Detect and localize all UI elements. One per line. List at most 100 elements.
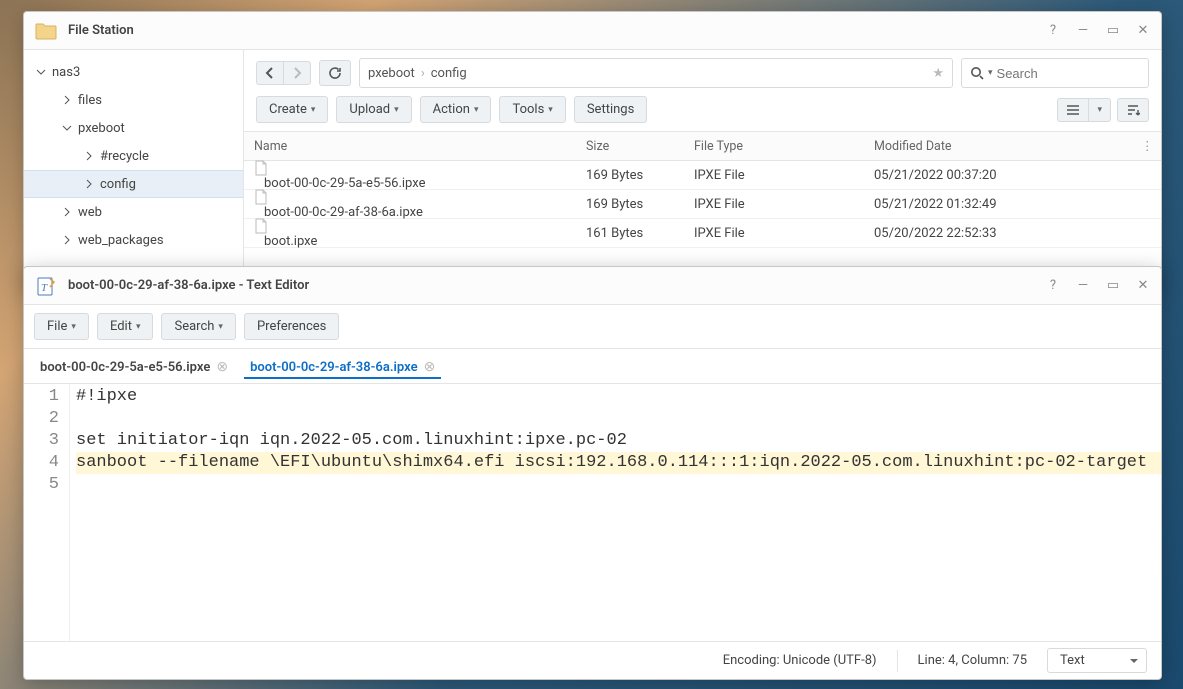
file-type: IPXE File bbox=[684, 168, 864, 183]
editor-tab[interactable]: boot-00-0c-29-5a-e5-56.ipxe ⊗ bbox=[34, 355, 234, 379]
breadcrumb-part[interactable]: config bbox=[431, 66, 467, 81]
file-type: IPXE File bbox=[684, 197, 864, 212]
edit-menu[interactable]: Edit▾ bbox=[97, 313, 154, 340]
line-number: 3 bbox=[24, 430, 59, 452]
breadcrumb[interactable]: pxeboot › config ★ bbox=[359, 58, 953, 88]
tree-item-label: web_packages bbox=[78, 233, 164, 248]
tab-label: boot-00-0c-29-5a-e5-56.ipxe bbox=[40, 360, 210, 375]
upload-button[interactable]: Upload▾ bbox=[336, 96, 411, 123]
nav-forward-button[interactable] bbox=[283, 61, 311, 85]
chevron-right-icon bbox=[62, 207, 72, 217]
text-editor-titlebar[interactable]: T boot-00-0c-29-af-38-6a.ipxe - Text Edi… bbox=[24, 267, 1161, 305]
breadcrumb-part[interactable]: pxeboot bbox=[368, 66, 415, 81]
file-station-window: File Station ? — ▭ ✕ nas3 files pxeboot #r… bbox=[23, 11, 1162, 291]
text-editor-app-icon: T bbox=[34, 274, 58, 298]
divider bbox=[897, 650, 898, 672]
nav-buttons bbox=[256, 61, 311, 85]
col-date[interactable]: Modified Date bbox=[864, 139, 1131, 154]
file-icon bbox=[254, 189, 566, 205]
tree-item-config[interactable]: config bbox=[24, 170, 243, 198]
col-name[interactable]: Name bbox=[244, 139, 576, 154]
maximize-icon[interactable]: ▭ bbox=[1105, 278, 1121, 293]
file-size: 169 Bytes bbox=[576, 197, 684, 212]
line-gutter: 12345 bbox=[24, 384, 70, 641]
search-input[interactable] bbox=[997, 66, 1117, 81]
window-controls: ? — ▭ ✕ bbox=[1045, 23, 1151, 38]
tree-item-label: config bbox=[100, 177, 136, 192]
chevron-right-icon bbox=[62, 95, 72, 105]
folder-app-icon bbox=[34, 19, 58, 43]
search-box[interactable]: ▾ bbox=[961, 58, 1149, 88]
line-number: 5 bbox=[24, 474, 59, 496]
more-icon[interactable]: ⋮ bbox=[1131, 138, 1161, 154]
tree-item-pxeboot[interactable]: pxeboot bbox=[24, 114, 243, 142]
file-type: IPXE File bbox=[684, 226, 864, 241]
close-icon[interactable]: ✕ bbox=[1135, 23, 1151, 38]
tools-button[interactable]: Tools▾ bbox=[499, 96, 565, 123]
refresh-button[interactable] bbox=[319, 60, 351, 86]
tree-item-web[interactable]: web bbox=[24, 198, 243, 226]
code-content[interactable]: #!ipxe set initiator-iqn iqn.2022-05.com… bbox=[70, 384, 1161, 641]
table-row[interactable]: boot-00-0c-29-af-38-6a.ipxe169 BytesIPXE… bbox=[244, 190, 1161, 219]
status-position: Line: 4, Column: 75 bbox=[918, 653, 1027, 668]
table-row[interactable]: boot.ipxe161 BytesIPXE File05/20/2022 22… bbox=[244, 219, 1161, 248]
col-type[interactable]: File Type bbox=[684, 139, 864, 154]
tree-item-files[interactable]: files bbox=[24, 86, 243, 114]
tree-item-label: pxeboot bbox=[78, 121, 125, 136]
search-icon bbox=[970, 66, 984, 80]
tree-item-webpackages[interactable]: web_packages bbox=[24, 226, 243, 254]
help-icon[interactable]: ? bbox=[1045, 23, 1061, 38]
chevron-down-icon bbox=[62, 123, 72, 133]
tree-root[interactable]: nas3 bbox=[24, 58, 243, 86]
file-station-title: File Station bbox=[68, 23, 1045, 38]
chevron-right-icon bbox=[84, 151, 94, 161]
settings-button[interactable]: Settings bbox=[574, 96, 647, 123]
help-icon[interactable]: ? bbox=[1045, 278, 1061, 293]
text-editor-title: boot-00-0c-29-af-38-6a.ipxe - Text Edito… bbox=[68, 278, 1045, 293]
text-editor-toolbar: File▾ Edit▾ Search▾ Preferences bbox=[24, 305, 1161, 349]
minimize-icon[interactable]: — bbox=[1075, 23, 1091, 38]
preferences-menu[interactable]: Preferences bbox=[244, 313, 339, 340]
maximize-icon[interactable]: ▭ bbox=[1105, 23, 1121, 38]
status-encoding: Encoding: Unicode (UTF-8) bbox=[723, 653, 877, 668]
file-date: 05/21/2022 00:37:20 bbox=[864, 168, 1131, 183]
search-menu[interactable]: Search▾ bbox=[161, 313, 235, 340]
tree-item-label: web bbox=[78, 205, 102, 220]
chevron-down-icon bbox=[36, 67, 46, 77]
create-button[interactable]: Create▾ bbox=[256, 96, 328, 123]
format-dropdown[interactable]: Text bbox=[1047, 648, 1147, 673]
file-date: 05/21/2022 01:32:49 bbox=[864, 197, 1131, 212]
window-controls: ? — ▭ ✕ bbox=[1045, 278, 1151, 293]
tab-close-icon[interactable]: ⊗ bbox=[216, 359, 228, 375]
code-line bbox=[76, 408, 1161, 430]
line-number: 2 bbox=[24, 408, 59, 430]
star-icon[interactable]: ★ bbox=[932, 66, 944, 81]
action-button[interactable]: Action▾ bbox=[420, 96, 492, 123]
svg-text:T: T bbox=[41, 282, 48, 294]
line-number: 4 bbox=[24, 452, 59, 474]
table-row[interactable]: boot-00-0c-29-5a-e5-56.ipxe169 BytesIPXE… bbox=[244, 161, 1161, 190]
folder-tree: nas3 files pxeboot #recycle config web web_pa… bbox=[24, 50, 244, 290]
chevron-down-icon[interactable]: ▾ bbox=[988, 68, 993, 78]
view-dropdown[interactable]: ▾ bbox=[1088, 98, 1111, 122]
editor-tab[interactable]: boot-00-0c-29-af-38-6a.ipxe ⊗ bbox=[244, 355, 441, 379]
sort-button[interactable] bbox=[1117, 98, 1149, 122]
code-line: set initiator-iqn iqn.2022-05.com.linuxh… bbox=[76, 430, 1161, 452]
close-icon[interactable]: ✕ bbox=[1135, 278, 1151, 293]
file-menu[interactable]: File▾ bbox=[34, 313, 89, 340]
table-header: Name Size File Type Modified Date ⋮ bbox=[244, 131, 1161, 161]
code-line: #!ipxe bbox=[76, 386, 1161, 408]
tab-label: boot-00-0c-29-af-38-6a.ipxe bbox=[250, 360, 418, 375]
chevron-right-icon bbox=[62, 235, 72, 245]
chevron-right-icon bbox=[84, 179, 94, 189]
code-editor[interactable]: 12345 #!ipxe set initiator-iqn iqn.2022-… bbox=[24, 384, 1161, 641]
tab-close-icon[interactable]: ⊗ bbox=[424, 359, 436, 375]
nav-back-button[interactable] bbox=[256, 61, 284, 85]
minimize-icon[interactable]: — bbox=[1075, 278, 1091, 293]
col-size[interactable]: Size bbox=[576, 139, 684, 154]
list-view-button[interactable] bbox=[1057, 98, 1089, 122]
file-station-titlebar[interactable]: File Station ? — ▭ ✕ bbox=[24, 12, 1161, 50]
file-icon bbox=[254, 218, 566, 234]
tree-item-recycle[interactable]: #recycle bbox=[24, 142, 243, 170]
tree-item-label: files bbox=[78, 93, 102, 108]
